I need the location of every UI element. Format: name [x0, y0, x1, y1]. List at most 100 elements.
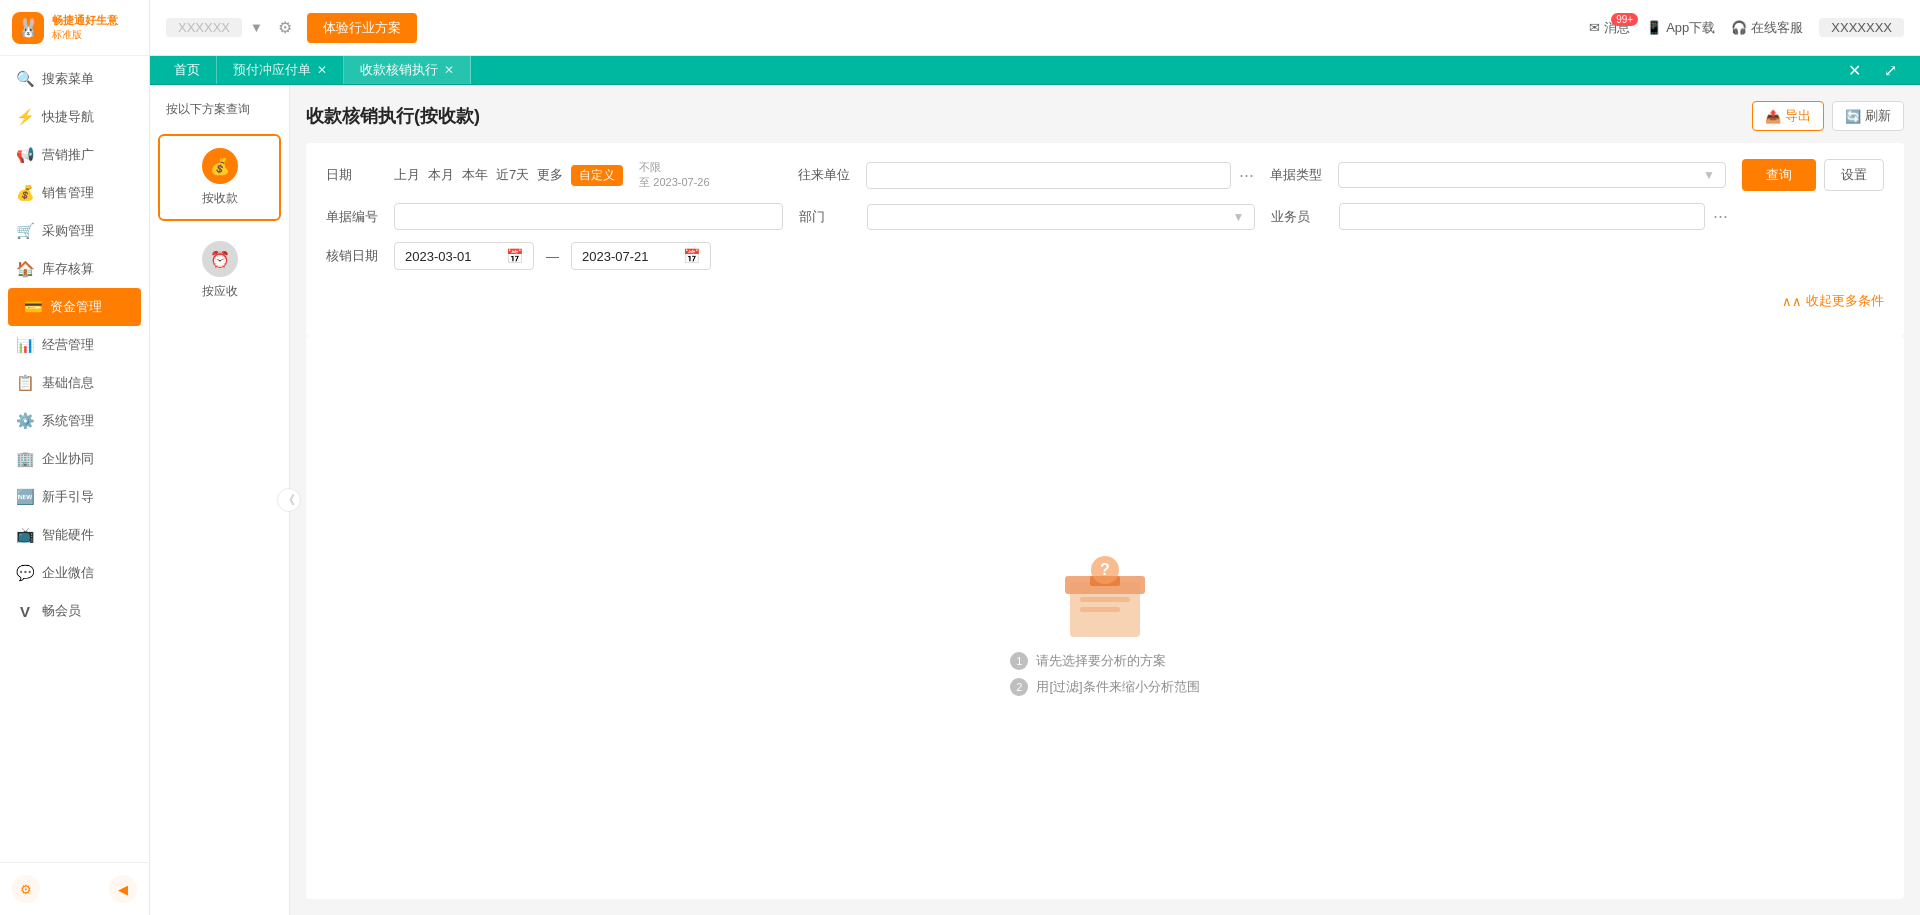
- date-opt-custom[interactable]: 自定义: [571, 165, 623, 186]
- service-icon: 🎧: [1731, 20, 1747, 35]
- app-download-button[interactable]: 📱 App下载: [1646, 19, 1715, 37]
- receipt-icon: 💰: [202, 148, 238, 184]
- query-settings-group: 查询 设置: [1742, 159, 1884, 191]
- query-button[interactable]: 查询: [1742, 159, 1816, 191]
- verify-date-start-input[interactable]: 2023-03-01 📅: [394, 242, 534, 270]
- date-opt-this-month[interactable]: 本月: [428, 166, 454, 184]
- tab-receipt[interactable]: 收款核销执行 ✕: [344, 56, 471, 84]
- staff-dots[interactable]: ···: [1713, 206, 1728, 227]
- main-area: XXXXXX ▼ ⚙ 体验行业方案 ✉ 消息 99+ 📱 App下载 🎧 在线客…: [150, 0, 1920, 915]
- verify-date-end-input[interactable]: 2023-07-21 📅: [571, 242, 711, 270]
- receivable-icon: ⏰: [202, 241, 238, 277]
- online-service-button[interactable]: 🎧 在线客服: [1731, 19, 1803, 37]
- collapse-left-panel-btn[interactable]: 《: [277, 488, 301, 512]
- collapse-up-icon: ∧∧: [1782, 294, 1802, 309]
- message-button[interactable]: ✉ 消息 99+: [1589, 19, 1630, 37]
- sidebar-item-hardware[interactable]: 📺 智能硬件: [0, 516, 149, 554]
- date-opt-last-month[interactable]: 上月: [394, 166, 420, 184]
- hardware-icon: 📺: [16, 526, 34, 544]
- doc-type-select[interactable]: ▼: [1338, 162, 1726, 188]
- tab-receipt-close[interactable]: ✕: [444, 63, 454, 77]
- message-badge: 99+: [1611, 13, 1638, 26]
- date-no-limit: 不限: [639, 160, 709, 175]
- message-icon: ✉: [1589, 20, 1600, 35]
- sidebar: 🐰 畅捷通好生意 标准版 🔍 搜索菜单 ⚡ 快捷导航 📢 营销推广 💰 销售管理…: [0, 0, 150, 915]
- tabbar: 首页 预付冲应付单 ✕ 收款核销执行 ✕ ✕ ⤢: [150, 56, 1920, 85]
- tab-prepay-close[interactable]: ✕: [317, 63, 327, 77]
- counterpart-field-group: 往来单位 ···: [798, 162, 1254, 189]
- capital-icon: 💳: [24, 298, 42, 316]
- user-info[interactable]: XXXXXXX: [1819, 18, 1904, 37]
- basic-icon: 📋: [16, 374, 34, 392]
- sidebar-item-wechat[interactable]: 💬 企业微信: [0, 554, 149, 592]
- solution-button[interactable]: 体验行业方案: [307, 13, 417, 43]
- left-panel-item-receivable[interactable]: ⏰ 按应收: [158, 229, 281, 312]
- empty-hints: 1 请先选择要分析的方案 2 用[过滤]条件来缩小分析范围: [1010, 652, 1199, 704]
- doc-no-field-group: 单据编号: [326, 203, 783, 230]
- page-title: 收款核销执行(按收款): [306, 104, 480, 128]
- topbar-brand: XXXXXX: [166, 18, 242, 37]
- settings-gear-icon[interactable]: ⚙: [12, 875, 40, 903]
- marketing-icon: 📢: [16, 146, 34, 164]
- left-panel-item-receipt[interactable]: 💰 按收款: [158, 134, 281, 221]
- sidebar-item-basic[interactable]: 📋 基础信息: [0, 364, 149, 402]
- search-icon: 🔍: [16, 70, 34, 88]
- sidebar-item-operation[interactable]: 📊 经营管理: [0, 326, 149, 364]
- close-window-icon[interactable]: ✕: [1840, 56, 1868, 84]
- filter-section: 日期 上月 本月 本年 近7天 更多 自定义 不限 至 2023-07-26: [306, 143, 1904, 336]
- doc-type-label: 单据类型: [1270, 166, 1330, 184]
- topbar-right: ✉ 消息 99+ 📱 App下载 🎧 在线客服 XXXXXXX: [1589, 18, 1904, 37]
- sidebar-item-enterprise[interactable]: 🏢 企业协同: [0, 440, 149, 478]
- sidebar-item-marketing[interactable]: 📢 营销推广: [0, 136, 149, 174]
- sidebar-item-purchase[interactable]: 🛒 采购管理: [0, 212, 149, 250]
- filter-row-3: 核销日期 2023-03-01 📅 — 2023-07-21 📅: [326, 242, 1884, 270]
- export-button[interactable]: 📤 导出: [1752, 101, 1824, 131]
- sidebar-item-quicknav[interactable]: ⚡ 快捷导航: [0, 98, 149, 136]
- system-icon: ⚙️: [16, 412, 34, 430]
- sidebar-item-inventory[interactable]: 🏠 库存核算: [0, 250, 149, 288]
- logo-area: 🐰 畅捷通好生意 标准版: [0, 0, 149, 56]
- date-opt-7days[interactable]: 近7天: [496, 166, 529, 184]
- doc-no-input[interactable]: [394, 203, 783, 230]
- sidebar-item-guide[interactable]: 🆕 新手引导: [0, 478, 149, 516]
- sidebar-item-member[interactable]: V 畅会员: [0, 592, 149, 630]
- sales-icon: 💰: [16, 184, 34, 202]
- sidebar-item-search[interactable]: 🔍 搜索菜单: [0, 60, 149, 98]
- sidebar-menu: 🔍 搜索菜单 ⚡ 快捷导航 📢 营销推广 💰 销售管理 🛒 采购管理 🏠 库存核…: [0, 56, 149, 862]
- member-icon: V: [16, 602, 34, 620]
- tab-home[interactable]: 首页: [158, 56, 217, 84]
- topbar-gear-icon[interactable]: ⚙: [271, 14, 299, 42]
- doc-type-arrow-icon: ▼: [1703, 168, 1715, 182]
- dept-field-group: 部门 ▼: [799, 204, 1256, 230]
- date-opt-more[interactable]: 更多: [537, 166, 563, 184]
- filter-row-2: 单据编号 部门 ▼ 业务员 ···: [326, 203, 1884, 230]
- counterpart-input[interactable]: [866, 162, 1231, 189]
- logo-text: 畅捷通好生意 标准版: [52, 13, 118, 42]
- left-panel-title: 按以下方案查询: [158, 97, 281, 122]
- dept-select[interactable]: ▼: [867, 204, 1256, 230]
- inventory-icon: 🏠: [16, 260, 34, 278]
- quicknav-icon: ⚡: [16, 108, 34, 126]
- counterpart-label: 往来单位: [798, 166, 858, 184]
- doc-type-field-group: 单据类型 ▼: [1270, 162, 1726, 188]
- date-opt-this-year[interactable]: 本年: [462, 166, 488, 184]
- staff-label: 业务员: [1271, 208, 1331, 226]
- staff-input[interactable]: [1339, 203, 1705, 230]
- collapse-sidebar-btn[interactable]: ◀: [109, 875, 137, 903]
- sidebar-item-sales[interactable]: 💰 销售管理: [0, 174, 149, 212]
- svg-rect-4: [1080, 607, 1120, 612]
- tab-prepay[interactable]: 预付冲应付单 ✕: [217, 56, 344, 84]
- empty-hint-2: 2 用[过滤]条件来缩小分析范围: [1010, 678, 1199, 696]
- date-options: 上月 本月 本年 近7天 更多 自定义: [394, 165, 623, 186]
- sidebar-item-capital[interactable]: 💳 资金管理: [8, 288, 141, 326]
- left-panel: 按以下方案查询 💰 按收款 ⏰ 按应收 《: [150, 85, 290, 915]
- dept-label: 部门: [799, 208, 859, 226]
- refresh-button[interactable]: 🔄 刷新: [1832, 101, 1904, 131]
- settings-button[interactable]: 设置: [1824, 159, 1884, 191]
- logo-icon: 🐰: [12, 12, 44, 44]
- collapse-more-btn[interactable]: ∧∧ 收起更多条件: [1782, 288, 1884, 314]
- counterpart-dots[interactable]: ···: [1239, 165, 1254, 186]
- expand-window-icon[interactable]: ⤢: [1876, 56, 1904, 84]
- svg-rect-3: [1080, 597, 1130, 602]
- sidebar-item-system[interactable]: ⚙️ 系统管理: [0, 402, 149, 440]
